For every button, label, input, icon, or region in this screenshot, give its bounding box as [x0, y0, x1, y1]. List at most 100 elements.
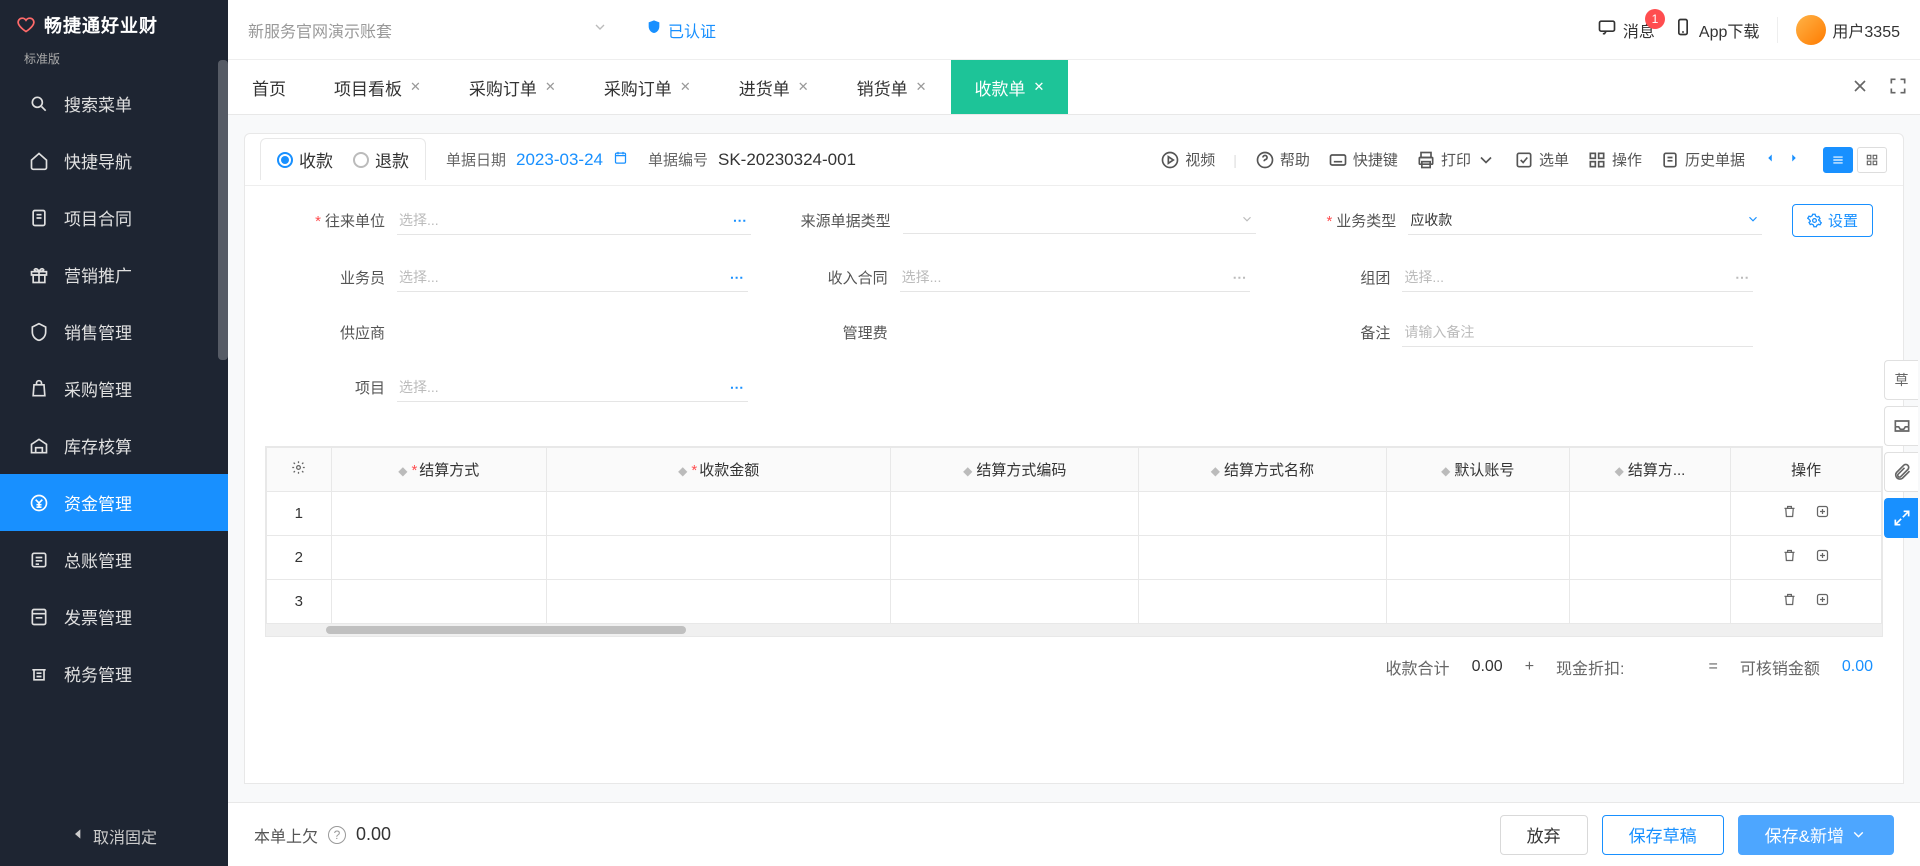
- tax-icon: [28, 663, 50, 685]
- close-icon[interactable]: ✕: [1034, 79, 1045, 95]
- more-icon[interactable]: ⋯: [733, 212, 749, 229]
- group-select[interactable]: 选择...⋯: [1402, 263, 1753, 292]
- avatar: [1796, 15, 1826, 45]
- table-row[interactable]: 3: [267, 580, 1882, 624]
- sidebar-item-label: 发票管理: [64, 604, 132, 629]
- side-tool-draft[interactable]: 草: [1884, 360, 1918, 400]
- biz-type-select[interactable]: 应收款: [1408, 206, 1762, 235]
- close-icon[interactable]: ✕: [680, 79, 691, 95]
- form-item-source-type: 来源单据类型: [781, 204, 1257, 237]
- messages-button[interactable]: 消息 1: [1597, 17, 1655, 42]
- help-icon[interactable]: ?: [328, 826, 346, 844]
- summary-bar: 收款合计 0.00 + 现金折扣: = 可核销金额 0.00: [245, 637, 1903, 683]
- total-label: 收款合计: [1386, 655, 1450, 679]
- sidebar-item-funds[interactable]: 资金管理: [0, 474, 228, 531]
- add-row-button[interactable]: [1815, 548, 1830, 567]
- view-grid-button[interactable]: [1857, 147, 1887, 173]
- project-select[interactable]: 选择...⋯: [397, 373, 748, 402]
- more-icon[interactable]: ⋯: [1735, 269, 1751, 286]
- message-icon: [1597, 17, 1617, 42]
- unpin-icon: [71, 826, 87, 847]
- close-icon[interactable]: ✕: [545, 79, 556, 95]
- col-settle-more[interactable]: ◆结算方...: [1569, 448, 1731, 492]
- table-config-button[interactable]: [267, 448, 332, 492]
- download-label: App下载: [1699, 18, 1759, 42]
- remark-input[interactable]: 请输入备注: [1402, 318, 1753, 347]
- col-amount[interactable]: ◆*收款金额: [546, 448, 891, 492]
- income-contract-select[interactable]: 选择...⋯: [900, 263, 1251, 292]
- tab-project-board[interactable]: 项目看板✕: [310, 60, 445, 114]
- sidebar-item-search[interactable]: 搜索菜单: [0, 75, 228, 132]
- save-and-new-button[interactable]: 保存&新增: [1738, 815, 1894, 855]
- select-order-button[interactable]: 选单: [1514, 149, 1569, 170]
- operate-button[interactable]: 操作: [1587, 149, 1642, 170]
- tab-sales-order[interactable]: 销货单✕: [833, 60, 951, 114]
- close-icon[interactable]: ✕: [410, 79, 421, 95]
- form-label-text: 组团: [1360, 270, 1390, 287]
- sidebar-item-inventory[interactable]: 库存核算: [0, 417, 228, 474]
- sidebar-item-sales[interactable]: 销售管理: [0, 303, 228, 360]
- tab-home[interactable]: 首页: [228, 60, 310, 114]
- table-row[interactable]: 1: [267, 492, 1882, 536]
- form-item-group: 组团 选择...⋯: [1280, 263, 1753, 292]
- tabs-fullscreen-button[interactable]: [1888, 76, 1908, 99]
- app-download-button[interactable]: App下载: [1673, 17, 1759, 42]
- sidebar-item-label: 营销推广: [64, 262, 132, 287]
- close-icon[interactable]: ✕: [798, 79, 809, 95]
- delete-row-button[interactable]: [1782, 592, 1797, 611]
- sidebar-item-marketing[interactable]: 营销推广: [0, 246, 228, 303]
- close-icon[interactable]: ✕: [916, 79, 927, 95]
- discard-button[interactable]: 放弃: [1500, 815, 1588, 855]
- salesman-select[interactable]: 选择...⋯: [397, 263, 748, 292]
- sidebar-unpin[interactable]: 取消固定: [0, 806, 228, 866]
- source-type-select[interactable]: [903, 208, 1257, 234]
- col-settle-method[interactable]: ◆*结算方式: [331, 448, 546, 492]
- bill-date-value[interactable]: 2023-03-24: [516, 150, 603, 170]
- video-button[interactable]: 视频: [1160, 149, 1215, 170]
- col-settle-code[interactable]: ◆结算方式编码: [891, 448, 1139, 492]
- table-row[interactable]: 2: [267, 536, 1882, 580]
- side-tool-expand[interactable]: [1884, 498, 1918, 538]
- sidebar-item-ledger[interactable]: 总账管理: [0, 531, 228, 588]
- side-tool-inbox[interactable]: [1884, 406, 1918, 446]
- tab-purchase-order-2[interactable]: 采购订单✕: [580, 60, 715, 114]
- placeholder: 选择...: [399, 210, 439, 230]
- delete-row-button[interactable]: [1782, 504, 1797, 523]
- save-draft-button[interactable]: 保存草稿: [1602, 815, 1724, 855]
- next-record-button[interactable]: [1787, 151, 1805, 169]
- tab-goods-in[interactable]: 进货单✕: [715, 60, 833, 114]
- calendar-icon[interactable]: [613, 150, 628, 169]
- print-button[interactable]: 打印: [1416, 149, 1496, 170]
- shortcut-button[interactable]: 快捷键: [1328, 149, 1398, 170]
- settings-button[interactable]: 设置: [1792, 204, 1873, 237]
- sidebar-item-purchase[interactable]: 采购管理: [0, 360, 228, 417]
- sidebar-item-invoice[interactable]: 发票管理: [0, 588, 228, 645]
- radio-refund[interactable]: 退款: [353, 147, 409, 172]
- partner-select[interactable]: 选择... ⋯: [397, 206, 751, 235]
- view-list-button[interactable]: [1823, 147, 1853, 173]
- history-button[interactable]: 历史单据: [1660, 149, 1745, 170]
- total-value: 0.00: [1472, 658, 1503, 676]
- add-row-button[interactable]: [1815, 592, 1830, 611]
- tab-receipt[interactable]: 收款单✕: [951, 60, 1069, 114]
- sidebar-item-quicknav[interactable]: 快捷导航: [0, 132, 228, 189]
- tab-purchase-order-1[interactable]: 采购订单✕: [445, 60, 580, 114]
- sidebar-scrollbar[interactable]: [218, 60, 228, 360]
- sidebar-item-project-contract[interactable]: 项目合同: [0, 189, 228, 246]
- tabs-close-all-button[interactable]: [1850, 76, 1870, 99]
- user-menu[interactable]: 用户3355: [1796, 15, 1900, 45]
- more-icon[interactable]: ⋯: [730, 379, 746, 396]
- delete-row-button[interactable]: [1782, 548, 1797, 567]
- add-row-button[interactable]: [1815, 504, 1830, 523]
- sidebar-item-tax[interactable]: 税务管理: [0, 645, 228, 702]
- side-tool-attachment[interactable]: [1884, 452, 1918, 492]
- tenant-select[interactable]: 新服务官网演示账套: [248, 18, 628, 42]
- col-settle-name[interactable]: ◆结算方式名称: [1139, 448, 1387, 492]
- col-default-acct[interactable]: ◆默认账号: [1386, 448, 1569, 492]
- radio-receive[interactable]: 收款: [277, 147, 333, 172]
- table-horizontal-scrollbar[interactable]: [266, 624, 1882, 636]
- more-icon[interactable]: ⋯: [1232, 269, 1248, 286]
- prev-record-button[interactable]: [1763, 151, 1781, 169]
- more-icon[interactable]: ⋯: [730, 269, 746, 286]
- help-button[interactable]: 帮助: [1255, 149, 1310, 170]
